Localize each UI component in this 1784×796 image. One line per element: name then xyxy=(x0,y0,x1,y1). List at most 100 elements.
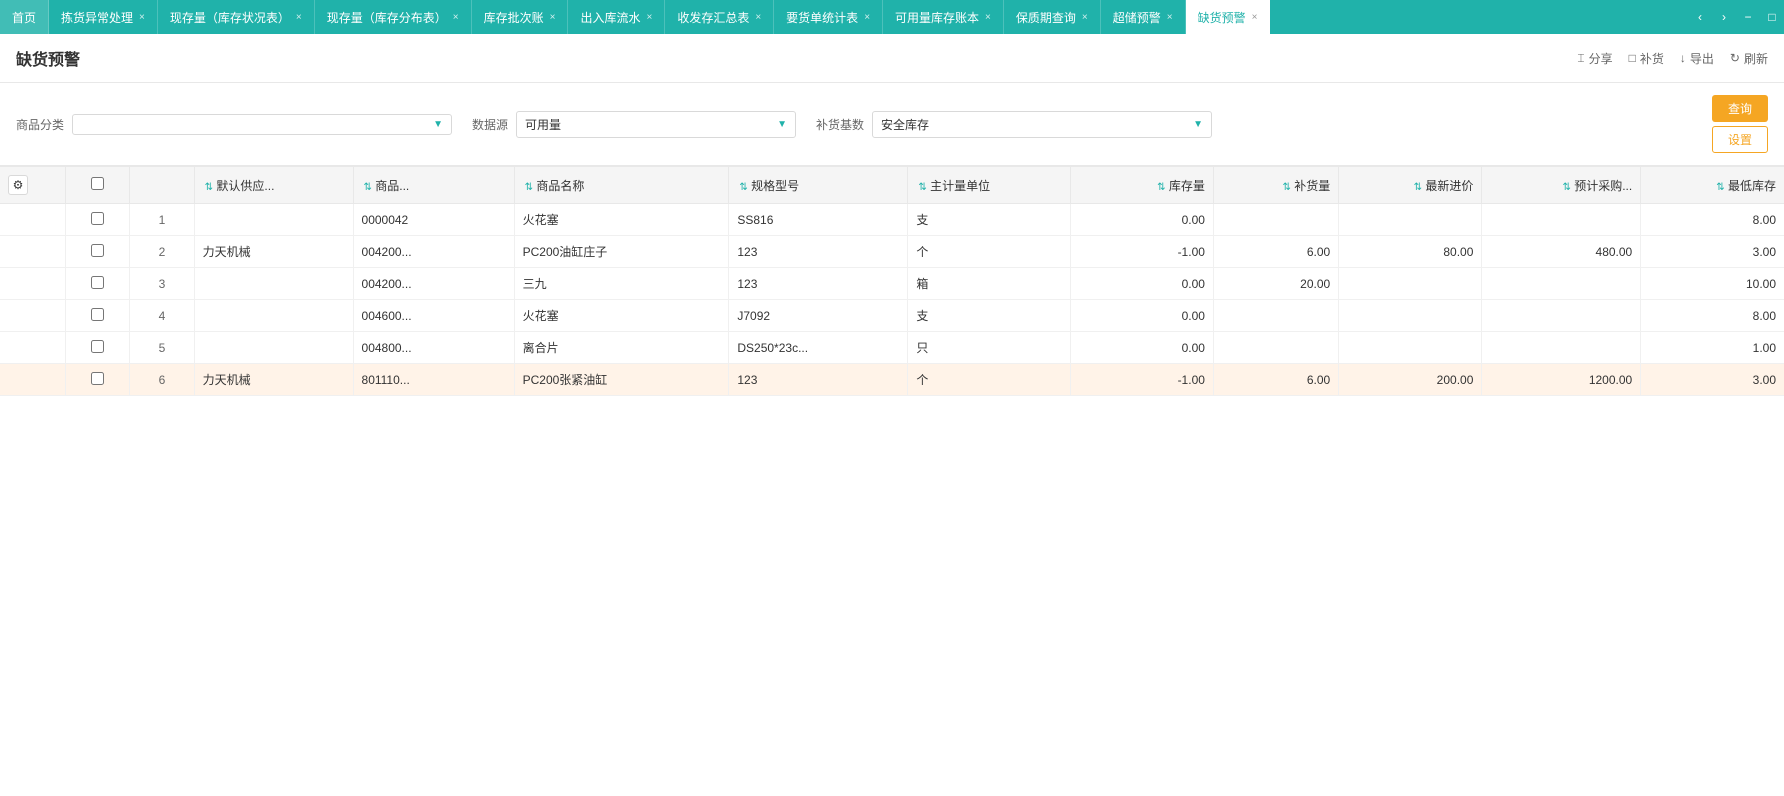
category-select[interactable]: ▼ xyxy=(72,114,452,135)
th-stock[interactable]: ⇅ 库存量 xyxy=(1070,167,1213,204)
tab-scroll-left[interactable]: ‹ xyxy=(1688,10,1712,24)
column-settings-icon[interactable]: ⚙ xyxy=(8,175,28,195)
row-spec-cell: 123 xyxy=(729,268,908,300)
row-restock-cell: 6.00 xyxy=(1213,236,1338,268)
tab-stock-dist[interactable]: 现存量（库存分布表） × xyxy=(315,0,472,34)
datasource-select[interactable]: 可用量 ▼ xyxy=(516,111,796,138)
close-tab-shortage[interactable]: × xyxy=(1252,12,1258,23)
row-checkbox-4[interactable] xyxy=(91,308,104,321)
restock-chevron-icon: ▼ xyxy=(1193,119,1203,130)
row-checkbox-cell[interactable] xyxy=(65,300,129,332)
tab-exception[interactable]: 拣货异常处理 × xyxy=(49,0,158,34)
row-supplier-cell xyxy=(194,300,353,332)
refresh-icon: ↻ xyxy=(1730,51,1740,65)
export-action[interactable]: ↓ 导出 xyxy=(1680,50,1714,67)
th-name[interactable]: ⇅ 商品名称 xyxy=(514,167,729,204)
tab-order-stat[interactable]: 要货单统计表 × xyxy=(774,0,883,34)
close-tab-available[interactable]: × xyxy=(985,12,991,23)
th-est-purchase[interactable]: ⇅ 预计采购... xyxy=(1482,167,1641,204)
row-checkbox-6[interactable] xyxy=(91,372,104,385)
row-checkbox-5[interactable] xyxy=(91,340,104,353)
row-checkbox-cell[interactable] xyxy=(65,268,129,300)
th-supplier[interactable]: ⇅ 默认供应... xyxy=(194,167,353,204)
row-checkbox-cell[interactable] xyxy=(65,204,129,236)
close-tab-stock-dist[interactable]: × xyxy=(453,12,459,23)
tab-overstock[interactable]: 超储预警 × xyxy=(1101,0,1186,34)
row-checkbox-3[interactable] xyxy=(91,276,104,289)
th-unit[interactable]: ⇅ 主计量单位 xyxy=(908,167,1070,204)
row-settings-cell xyxy=(0,300,65,332)
row-stock-cell: 0.00 xyxy=(1070,332,1213,364)
th-checkbox[interactable] xyxy=(65,167,129,204)
row-checkbox-cell[interactable] xyxy=(65,332,129,364)
row-purchase-cell xyxy=(1482,300,1641,332)
tab-available[interactable]: 可用量库存账本 × xyxy=(883,0,1004,34)
row-settings-cell xyxy=(0,236,65,268)
restock-select[interactable]: 安全库存 ▼ xyxy=(872,111,1212,138)
tab-maximize[interactable]: □ xyxy=(1760,10,1784,24)
row-unit-cell: 支 xyxy=(908,204,1070,236)
row-checkbox-1[interactable] xyxy=(91,212,104,225)
row-checkbox-2[interactable] xyxy=(91,244,104,257)
row-price-cell: 80.00 xyxy=(1339,236,1482,268)
close-tab-inout[interactable]: × xyxy=(646,12,652,23)
datasource-filter-group: 数据源 可用量 ▼ xyxy=(472,111,796,138)
query-button[interactable]: 查询 xyxy=(1712,95,1768,122)
tab-expiry[interactable]: 保质期查询 × xyxy=(1004,0,1101,34)
row-code-cell: 004800... xyxy=(353,332,514,364)
th-latest-price[interactable]: ⇅ 最新进价 xyxy=(1339,167,1482,204)
row-price-cell xyxy=(1339,332,1482,364)
row-settings-cell xyxy=(0,204,65,236)
row-code-cell: 801110... xyxy=(353,364,514,396)
row-stock-cell: 0.00 xyxy=(1070,268,1213,300)
tab-shortage[interactable]: 缺货预警 × xyxy=(1186,0,1271,34)
row-minstk-cell: 8.00 xyxy=(1641,300,1784,332)
close-tab-collect[interactable]: × xyxy=(755,12,761,23)
close-tab-expiry[interactable]: × xyxy=(1082,12,1088,23)
th-supplier-sort-icon: ⇅ xyxy=(205,182,213,193)
row-code-cell: 004200... xyxy=(353,236,514,268)
th-code[interactable]: ⇅ 商品... xyxy=(353,167,514,204)
row-num-cell: 6 xyxy=(130,364,194,396)
tab-home[interactable]: 首页 xyxy=(0,0,49,34)
row-stock-cell: -1.00 xyxy=(1070,364,1213,396)
th-purchase-sort-icon: ⇅ xyxy=(1562,182,1570,193)
th-name-sort-icon: ⇅ xyxy=(525,182,533,193)
th-settings[interactable]: ⚙ xyxy=(0,167,65,204)
datasource-select-value: 可用量 xyxy=(525,116,561,133)
row-unit-cell: 支 xyxy=(908,300,1070,332)
table-row: 3 004200... 三九 123 箱 0.00 20.00 10.00 xyxy=(0,268,1784,300)
row-purchase-cell: 480.00 xyxy=(1482,236,1641,268)
table-row: 5 004800... 离合片 DS250*23c... 只 0.00 1.00 xyxy=(0,332,1784,364)
row-checkbox-cell[interactable] xyxy=(65,364,129,396)
close-tab-batch[interactable]: × xyxy=(550,12,556,23)
th-unit-sort-icon: ⇅ xyxy=(918,182,926,193)
row-num-cell: 1 xyxy=(130,204,194,236)
share-icon: ⌶ xyxy=(1577,51,1584,66)
tab-collect[interactable]: 收发存汇总表 × xyxy=(665,0,774,34)
table-row: 1 0000042 火花塞 SS816 支 0.00 8.00 xyxy=(0,204,1784,236)
close-tab-stock-status[interactable]: × xyxy=(296,12,302,23)
refresh-action[interactable]: ↻ 刷新 xyxy=(1730,50,1768,67)
select-all-checkbox[interactable] xyxy=(91,177,104,190)
filter-buttons: 查询 设置 xyxy=(1712,95,1768,153)
header-actions: ⌶ 分享 □ 补货 ↓ 导出 ↻ 刷新 xyxy=(1577,50,1768,67)
tab-inout[interactable]: 出入库流水 × xyxy=(568,0,665,34)
tab-minimize[interactable]: − xyxy=(1736,10,1760,24)
th-restock-qty[interactable]: ⇅ 补货量 xyxy=(1213,167,1338,204)
row-checkbox-cell[interactable] xyxy=(65,236,129,268)
th-spec[interactable]: ⇅ 规格型号 xyxy=(729,167,908,204)
tab-stock-status[interactable]: 现存量（库存状况表） × xyxy=(158,0,315,34)
share-action[interactable]: ⌶ 分享 xyxy=(1577,50,1612,67)
close-tab-exception[interactable]: × xyxy=(139,12,145,23)
close-tab-overstock[interactable]: × xyxy=(1167,12,1173,23)
row-supplier-cell xyxy=(194,268,353,300)
close-tab-order-stat[interactable]: × xyxy=(864,12,870,23)
restock-action[interactable]: □ 补货 xyxy=(1629,50,1664,67)
row-price-cell xyxy=(1339,204,1482,236)
tab-batch[interactable]: 库存批次账 × xyxy=(472,0,569,34)
th-min-stock[interactable]: ⇅ 最低库存 xyxy=(1641,167,1784,204)
settings-button[interactable]: 设置 xyxy=(1712,126,1768,153)
row-price-cell: 200.00 xyxy=(1339,364,1482,396)
tab-scroll-right[interactable]: › xyxy=(1712,10,1736,24)
